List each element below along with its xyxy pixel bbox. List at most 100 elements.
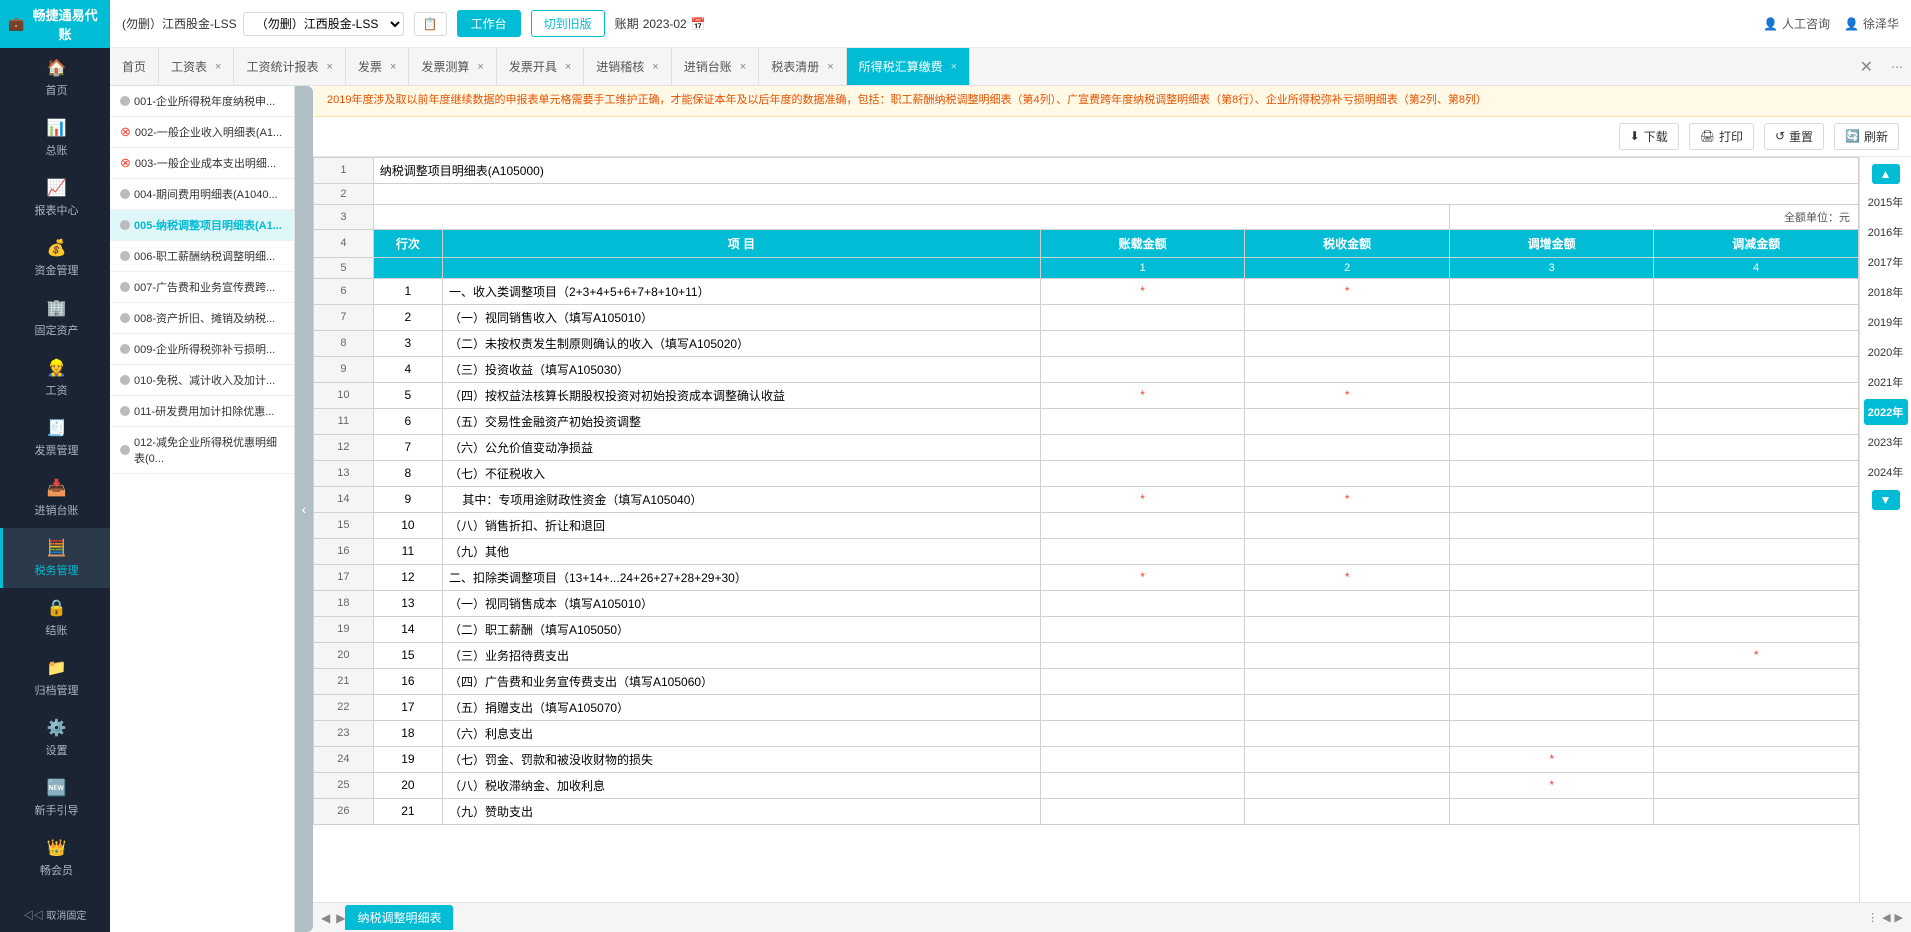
list-item-008[interactable]: 008-资产折旧、摊销及纳税... (110, 303, 294, 334)
sidebar-unpin[interactable]: ◁◁ 取消固定 (0, 897, 110, 932)
list-item-009[interactable]: 009-企业所得税弥补亏损明... (110, 334, 294, 365)
table-row: 12 7 （六）公允价值变动净损益 (314, 434, 1859, 460)
year-2016[interactable]: 2016年 (1864, 219, 1908, 245)
table-row: 10 5 （四）按权益法核算长期股权投资对初始投资成本调整确认收益 * * (314, 382, 1859, 408)
list-item-003[interactable]: ⊗ 003-一般企业成本支出明细... (110, 148, 294, 179)
year-2018[interactable]: 2018年 (1864, 279, 1908, 305)
year-2020[interactable]: 2020年 (1864, 339, 1908, 365)
year-2024[interactable]: 2024年 (1864, 459, 1908, 485)
tab-close-incheck[interactable]: × (652, 61, 658, 73)
copy-btn[interactable]: 📋 (414, 12, 447, 36)
year-2022[interactable]: 2022年 (1864, 399, 1908, 425)
year-2019[interactable]: 2019年 (1864, 309, 1908, 335)
sidebar-item-ledger[interactable]: 📊总账 (0, 108, 110, 168)
sidebar-item-settings[interactable]: ⚙️设置 (0, 708, 110, 768)
tab-invoice-calc[interactable]: 发票测算 × (409, 48, 496, 86)
list-item-010[interactable]: 010-免税、减计收入及加计... (110, 365, 294, 396)
tab-taxclear[interactable]: 税表清册 × (759, 48, 846, 86)
list-item-011[interactable]: 011-研发费用加计扣除优惠... (110, 396, 294, 427)
list-item-002[interactable]: ⊗ 002-一般企业收入明细表(A1... (110, 117, 294, 148)
tab-close-payroll[interactable]: × (215, 61, 221, 73)
table-row: 25 20 （八）税收滞纳金、加收利息 * (314, 772, 1859, 798)
year-up-btn[interactable]: ▲ (1872, 164, 1900, 184)
sheet-next-btn[interactable]: ▶ (336, 911, 345, 925)
logo-icon: 💼 (8, 16, 24, 32)
tab-payroll-report[interactable]: 工资统计报表 × (234, 48, 345, 86)
service-btn[interactable]: 👤 人工咨询 (1763, 15, 1830, 32)
year-2021[interactable]: 2021年 (1864, 369, 1908, 395)
table-row: 19 14 （二）职工薪酬（填写A105050） (314, 616, 1859, 642)
company-selector: (勿删）江西股金-LSS （勿删）江西股金-LSS (122, 12, 404, 36)
panel-collapse-btn[interactable]: ‹ (295, 86, 313, 932)
print-btn[interactable]: 🖨 打印 (1689, 123, 1754, 150)
tab-inledger[interactable]: 进销台账 × (672, 48, 759, 86)
calendar-icon[interactable]: 📅 (691, 17, 706, 31)
year-2017[interactable]: 2017年 (1864, 249, 1908, 275)
tab-close-invoice[interactable]: × (390, 61, 396, 73)
warning-bar: 2019年度涉及取以前年度继续数据的申报表单元格需要手工维护正确，才能保证本年及… (313, 86, 1911, 117)
list-item-001[interactable]: 001-企业所得税年度纳税申... (110, 86, 294, 117)
company-label: (勿删）江西股金-LSS (122, 15, 237, 32)
reset-btn[interactable]: ↺ 重置 (1764, 123, 1824, 150)
sidebar-item-member[interactable]: 👑畅会员 (0, 828, 110, 888)
tab-incheck[interactable]: 进销稽核 × (584, 48, 671, 86)
tab-close-invoice-calc[interactable]: × (477, 61, 483, 73)
workspace-btn[interactable]: 工作台 (457, 10, 521, 37)
toolbar: ⬇ 下载 🖨 打印 ↺ 重置 🔄 刷新 (313, 117, 1911, 157)
tab-payroll[interactable]: 工资表 × (159, 48, 234, 86)
year-down-btn[interactable]: ▼ (1872, 490, 1900, 510)
switch-old-btn[interactable]: 切到旧版 (531, 10, 605, 37)
tab-invoice-issue[interactable]: 发票开具 × (497, 48, 584, 86)
table-row: 21 16 （四）广告费和业务宣传费支出（填写A105060） (314, 668, 1859, 694)
sidebar-item-report[interactable]: 📈报表中心 (0, 168, 110, 228)
list-item-012[interactable]: 012-减免企业所得税优惠明细表(0... (110, 427, 294, 474)
tab-close-taxclear[interactable]: × (827, 61, 833, 73)
warning-text: 2019年度涉及取以前年度继续数据的申报表单元格需要手工维护正确，才能保证本年及… (327, 94, 1487, 106)
tab-close-invoice-issue[interactable]: × (565, 61, 571, 73)
sidebar-item-newbie[interactable]: 🆕新手引导 (0, 768, 110, 828)
table-row: 13 8 （七）不征税收入 (314, 460, 1859, 486)
sheet-tab-adjust[interactable]: 纳税调整明细表 (345, 905, 453, 930)
year-panel: ▲ 2015年 2016年 2017年 2018年 2019年 2020年 20… (1859, 157, 1911, 902)
sidebar-icon-report: 📈 (47, 178, 67, 198)
reset-icon: ↺ (1775, 129, 1785, 143)
download-btn[interactable]: ⬇ 下载 (1619, 123, 1679, 150)
col-c1-header: 账载金额 (1040, 229, 1245, 257)
sidebar-item-archive[interactable]: 📁归档管理 (0, 648, 110, 708)
sidebar-item-asset[interactable]: 💰资金管理 (0, 228, 110, 288)
sidebar-item-payroll[interactable]: 👷工资 (0, 348, 110, 408)
sidebar-item-invoice[interactable]: 🧾发票管理 (0, 408, 110, 468)
col-sub-item (443, 257, 1041, 278)
sidebar-item-tax[interactable]: 🧮税务管理 (0, 528, 110, 588)
tab-close-inledger[interactable]: × (740, 61, 746, 73)
tab-more[interactable]: ⋯ (1883, 60, 1911, 74)
list-item-007[interactable]: 007-广告费和业务宣传费跨... (110, 272, 294, 303)
tab-home[interactable]: 首页 (110, 48, 159, 86)
tab-close-payroll-report[interactable]: × (326, 61, 332, 73)
table-row: 6 1 一、收入类调整项目（2+3+4+5+6+7+8+10+11） * * (314, 278, 1859, 304)
table-area[interactable]: 1 纳税调整项目明细表(A105000) 2 3 (313, 157, 1859, 902)
sidebar-item-home[interactable]: 🏠首页 (0, 48, 110, 108)
tab-income-tax[interactable]: 所得税汇算缴费 × (847, 48, 970, 86)
user-profile[interactable]: 👤 徐泽华 (1844, 15, 1899, 32)
list-item-005[interactable]: 005-纳税调整项目明细表(A1... (110, 210, 294, 241)
refresh-btn[interactable]: 🔄 刷新 (1834, 123, 1899, 150)
status-dot (120, 344, 130, 354)
tab-close-all[interactable]: ✕ (1850, 57, 1883, 77)
sheet-prev-btn[interactable]: ◀ (321, 911, 330, 925)
sidebar-item-intax[interactable]: 📥进销台账 (0, 468, 110, 528)
list-item-006[interactable]: 006-职工薪酬纳税调整明细... (110, 241, 294, 272)
status-dot (120, 251, 130, 261)
tab-invoice[interactable]: 发票 × (346, 48, 409, 86)
sidebar-item-close[interactable]: 🔒结账 (0, 588, 110, 648)
year-2015[interactable]: 2015年 (1864, 189, 1908, 215)
sidebar-item-fixed[interactable]: 🏢固定资产 (0, 288, 110, 348)
col-sub-3: 3 (1449, 257, 1654, 278)
download-icon: ⬇ (1630, 129, 1640, 143)
status-dot (120, 313, 130, 323)
tab-close-income-tax[interactable]: × (951, 61, 957, 73)
year-2023[interactable]: 2023年 (1864, 429, 1908, 455)
company-dropdown[interactable]: （勿删）江西股金-LSS (243, 12, 404, 36)
table-row: 18 13 （一）视同销售成本（填写A105010） (314, 590, 1859, 616)
list-item-004[interactable]: 004-期间费用明细表(A1040... (110, 179, 294, 210)
